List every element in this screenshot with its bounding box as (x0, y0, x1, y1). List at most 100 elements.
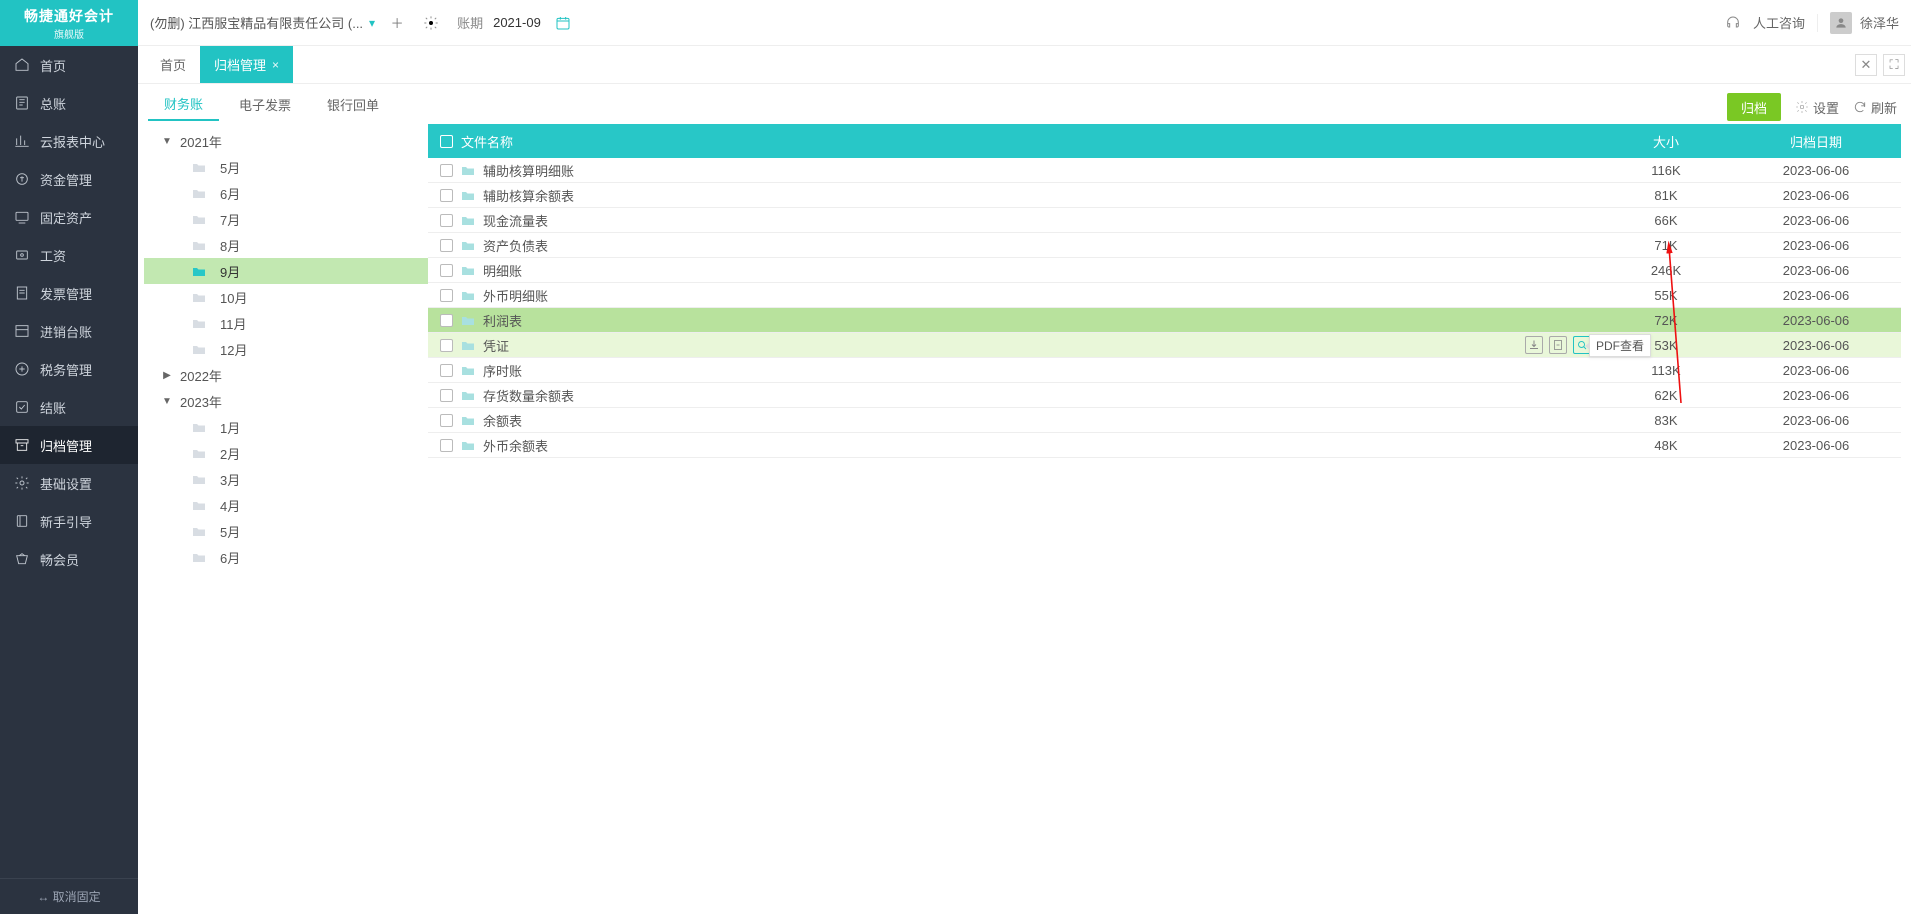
salary-icon (14, 247, 30, 263)
table-row[interactable]: 明细账 246K 2023-06-06 (428, 258, 1901, 283)
gear-icon (14, 475, 30, 491)
tree-year[interactable]: ▶2022年 (144, 362, 428, 388)
tree-month[interactable]: 12月 (144, 336, 428, 362)
tree-month[interactable]: 6月 (144, 544, 428, 570)
table-row[interactable]: 辅助核算明细账 116K 2023-06-06 (428, 158, 1901, 183)
avatar[interactable] (1830, 12, 1852, 34)
support-icon[interactable] (1721, 11, 1745, 35)
row-checkbox[interactable] (440, 164, 453, 177)
add-button[interactable]: ＋ (385, 11, 409, 35)
nav-label: 发票管理 (40, 284, 92, 303)
ledger-icon (14, 95, 30, 111)
nav-item-7[interactable]: 进销台账 (0, 312, 138, 350)
row-checkbox[interactable] (440, 289, 453, 302)
nav-item-0[interactable]: 首页 (0, 46, 138, 84)
file-icon (461, 339, 475, 351)
row-checkbox[interactable] (440, 314, 453, 327)
table-row[interactable]: 辅助核算余额表 81K 2023-06-06 (428, 183, 1901, 208)
col-date: 归档日期 (1731, 132, 1901, 151)
nav-item-3[interactable]: 资金管理 (0, 160, 138, 198)
tree-month[interactable]: 5月 (144, 154, 428, 180)
row-checkbox[interactable] (440, 364, 453, 377)
nav-label: 税务管理 (40, 360, 92, 379)
nav-item-4[interactable]: 固定资产 (0, 198, 138, 236)
nav-item-5[interactable]: 工资 (0, 236, 138, 274)
support-label[interactable]: 人工咨询 (1753, 13, 1805, 32)
table-row[interactable]: 利润表 72K 2023-06-06 (428, 308, 1901, 333)
file-icon (461, 314, 475, 326)
tree-month[interactable]: 1月 (144, 414, 428, 440)
folder-icon (192, 525, 206, 537)
tree-month[interactable]: 11月 (144, 310, 428, 336)
nav-item-12[interactable]: 新手引导 (0, 502, 138, 540)
row-checkbox[interactable] (440, 264, 453, 277)
close-tab-button[interactable]: ✕ (1855, 54, 1877, 76)
row-checkbox[interactable] (440, 414, 453, 427)
nav-label: 总账 (40, 94, 66, 113)
nav-item-9[interactable]: 结账 (0, 388, 138, 426)
download-xls-icon[interactable] (1525, 336, 1543, 354)
subtab-2[interactable]: 银行回单 (311, 87, 395, 121)
nav-item-6[interactable]: 发票管理 (0, 274, 138, 312)
close-icon[interactable]: × (272, 58, 279, 72)
tree-month[interactable]: 7月 (144, 206, 428, 232)
subtab-1[interactable]: 电子发票 (223, 87, 307, 121)
row-checkbox[interactable] (440, 214, 453, 227)
table-header: 文件名称 大小 归档日期 (428, 124, 1901, 158)
nav-item-8[interactable]: 税务管理 (0, 350, 138, 388)
archive-icon (14, 437, 30, 453)
table-row[interactable]: 外币明细账 55K 2023-06-06 (428, 283, 1901, 308)
file-date: 2023-06-06 (1731, 288, 1901, 303)
table-row[interactable]: 序时账 113K 2023-06-06 (428, 358, 1901, 383)
table-row[interactable]: 存货数量余额表 62K 2023-06-06 (428, 383, 1901, 408)
row-checkbox[interactable] (440, 389, 453, 402)
file-date: 2023-06-06 (1731, 238, 1901, 253)
tree-month[interactable]: 10月 (144, 284, 428, 310)
tree-month[interactable]: 2月 (144, 440, 428, 466)
nav-item-2[interactable]: 云报表中心 (0, 122, 138, 160)
sidebar-pin-toggle[interactable]: ↔ 取消固定 (0, 878, 138, 914)
tree-month[interactable]: 6月 (144, 180, 428, 206)
row-checkbox[interactable] (440, 189, 453, 202)
settings-button[interactable]: 设置 (1795, 98, 1839, 117)
subtab-0[interactable]: 财务账 (148, 87, 219, 121)
nav-item-11[interactable]: 基础设置 (0, 464, 138, 502)
table-row[interactable]: 外币余额表 48K 2023-06-06 (428, 433, 1901, 458)
file-name: 存货数量余额表 (483, 386, 574, 405)
page-tab-1[interactable]: 归档管理× (200, 46, 293, 83)
table-row[interactable]: 资产负债表 71K 2023-06-06 (428, 233, 1901, 258)
table-row[interactable]: 余额表 83K 2023-06-06 (428, 408, 1901, 433)
row-checkbox[interactable] (440, 339, 453, 352)
row-checkbox[interactable] (440, 439, 453, 452)
nav-label: 首页 (40, 56, 66, 75)
file-icon (461, 264, 475, 276)
archive-button[interactable]: 归档 (1727, 93, 1781, 121)
nav-item-10[interactable]: 归档管理 (0, 426, 138, 464)
page-tab-0[interactable]: 首页 (146, 46, 200, 83)
tree-month[interactable]: 4月 (144, 492, 428, 518)
tree-month[interactable]: 5月 (144, 518, 428, 544)
nav-item-1[interactable]: 总账 (0, 84, 138, 122)
refresh-button[interactable]: 刷新 (1853, 98, 1897, 117)
tree-month[interactable]: 3月 (144, 466, 428, 492)
tree-year[interactable]: ▼2021年 (144, 128, 428, 154)
fullscreen-button[interactable]: ⛶ (1883, 54, 1905, 76)
row-checkbox[interactable] (440, 239, 453, 252)
gear-icon[interactable] (419, 11, 443, 35)
nav-item-13[interactable]: 畅会员 (0, 540, 138, 578)
download-pdf-icon[interactable] (1549, 336, 1567, 354)
file-date: 2023-06-06 (1731, 338, 1901, 353)
table-row[interactable]: 凭证 PDF查看 53K 2023-06-06 (428, 333, 1901, 358)
settings-label: 设置 (1813, 98, 1839, 117)
tree-year[interactable]: ▼2023年 (144, 388, 428, 414)
period-value[interactable]: 2021-09 (493, 15, 541, 30)
tree-month[interactable]: 9月 (144, 258, 428, 284)
username[interactable]: 徐泽华 (1860, 13, 1899, 32)
home-icon (14, 57, 30, 73)
calendar-icon[interactable] (551, 11, 575, 35)
tree-month[interactable]: 8月 (144, 232, 428, 258)
table-row[interactable]: 现金流量表 66K 2023-06-06 (428, 208, 1901, 233)
select-all-checkbox[interactable] (440, 135, 453, 148)
company-selector[interactable]: (勿删) 江西服宝精品有限责任公司 (... ▾ (150, 13, 375, 32)
file-size: 81K (1601, 188, 1731, 203)
